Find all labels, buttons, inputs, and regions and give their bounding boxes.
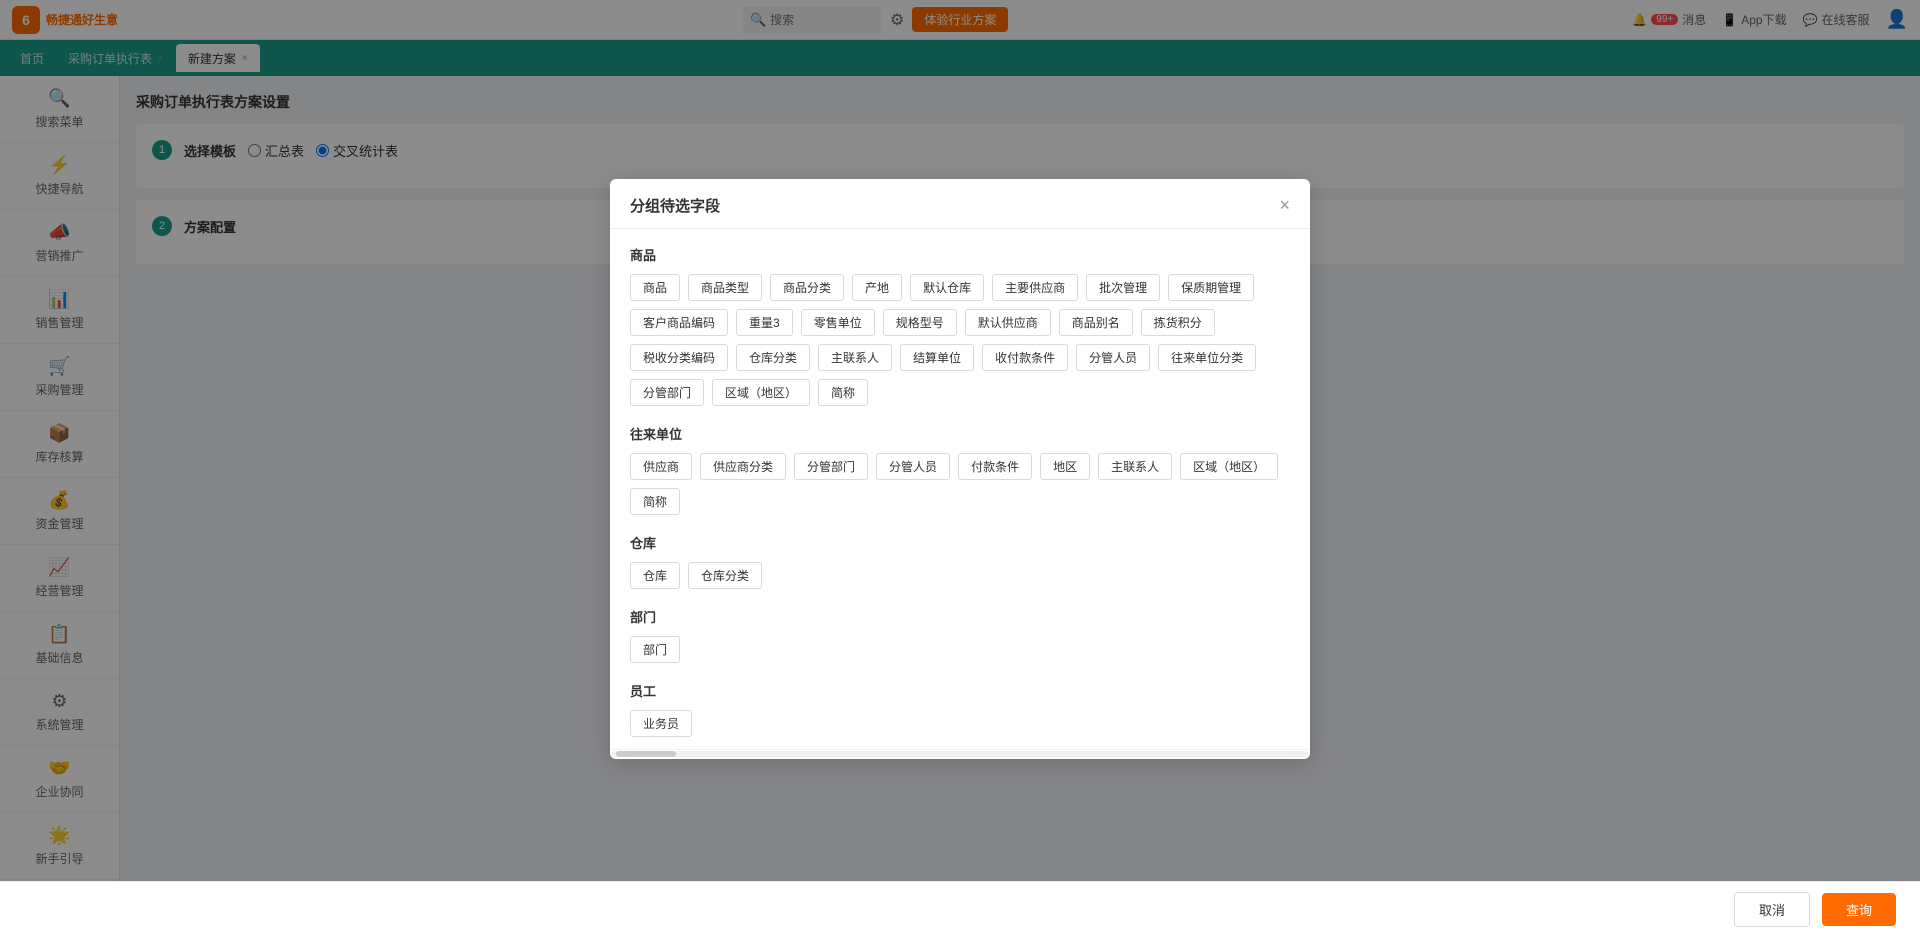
field-chip-简称[interactable]: 简称 — [818, 379, 868, 406]
field-chip-默认供应商[interactable]: 默认供应商 — [965, 309, 1051, 336]
field-chips-employee: 业务员 — [630, 710, 1290, 737]
modal-horizontal-scrollbar[interactable] — [610, 749, 1310, 759]
modal-title: 分组待选字段 — [630, 195, 720, 216]
field-chip-分管部门[interactable]: 分管部门 — [794, 453, 868, 480]
field-chip-简称[interactable]: 简称 — [630, 488, 680, 515]
field-chip-付款条件[interactable]: 付款条件 — [958, 453, 1032, 480]
bottom-action-bar: 取消 查询 — [0, 881, 1920, 937]
field-chip-批次管理[interactable]: 批次管理 — [1086, 274, 1160, 301]
modal-overlay: 分组待选字段 × 商品商品商品类型商品分类产地默认仓库主要供应商批次管理保质期管… — [0, 0, 1920, 937]
field-chip-客户商品编码[interactable]: 客户商品编码 — [630, 309, 728, 336]
field-group-counterparty: 往来单位供应商供应商分类分管部门分管人员付款条件地区主联系人区域（地区） 简称 — [630, 424, 1290, 515]
confirm-button[interactable]: 查询 — [1822, 893, 1896, 926]
field-group-title-department: 部门 — [630, 607, 1290, 626]
field-chip-往来单位分类[interactable]: 往来单位分类 — [1158, 344, 1256, 371]
field-chips-goods: 商品商品类型商品分类产地默认仓库主要供应商批次管理保质期管理客户商品编码重量3 零… — [630, 274, 1290, 406]
field-chip-默认仓库[interactable]: 默认仓库 — [910, 274, 984, 301]
field-chip-分管人员[interactable]: 分管人员 — [876, 453, 950, 480]
modal-close-button[interactable]: × — [1279, 196, 1290, 214]
field-chip-业务员[interactable]: 业务员 — [630, 710, 692, 737]
field-chip-税收分类编码[interactable]: 税收分类编码 — [630, 344, 728, 371]
field-chip-商品[interactable]: 商品 — [630, 274, 680, 301]
field-chip-商品类型[interactable]: 商品类型 — [688, 274, 762, 301]
field-chip-主联系人[interactable]: 主联系人 — [818, 344, 892, 371]
field-chip-重量3[interactable]: 重量3 — [736, 309, 793, 336]
field-chip-分管人员[interactable]: 分管人员 — [1076, 344, 1150, 371]
field-chips-warehouse: 仓库仓库分类 — [630, 562, 1290, 589]
field-group-title-counterparty: 往来单位 — [630, 424, 1290, 443]
field-chip-保质期管理[interactable]: 保质期管理 — [1168, 274, 1254, 301]
field-chip-收付款条件[interactable]: 收付款条件 — [982, 344, 1068, 371]
cancel-button[interactable]: 取消 — [1734, 892, 1810, 927]
field-chip-地区[interactable]: 地区 — [1040, 453, 1090, 480]
modal-header: 分组待选字段 × — [610, 179, 1310, 229]
field-select-modal: 分组待选字段 × 商品商品商品类型商品分类产地默认仓库主要供应商批次管理保质期管… — [610, 179, 1310, 759]
field-group-warehouse: 仓库仓库仓库分类 — [630, 533, 1290, 589]
field-chip-规格型号[interactable]: 规格型号 — [883, 309, 957, 336]
field-chip-区域（地区）[interactable]: 区域（地区） — [712, 379, 810, 406]
field-chip-仓库分类[interactable]: 仓库分类 — [736, 344, 810, 371]
hscroll-track — [612, 751, 1308, 757]
field-group-title-warehouse: 仓库 — [630, 533, 1290, 552]
field-chip-产地[interactable]: 产地 — [852, 274, 902, 301]
field-chip-零售单位[interactable]: 零售单位 — [801, 309, 875, 336]
field-group-goods: 商品商品商品类型商品分类产地默认仓库主要供应商批次管理保质期管理客户商品编码重量… — [630, 245, 1290, 406]
field-group-title-employee: 员工 — [630, 681, 1290, 700]
field-chip-供应商[interactable]: 供应商 — [630, 453, 692, 480]
field-chip-商品别名[interactable]: 商品别名 — [1059, 309, 1133, 336]
field-chip-供应商分类[interactable]: 供应商分类 — [700, 453, 786, 480]
field-chip-主联系人[interactable]: 主联系人 — [1098, 453, 1172, 480]
hscroll-thumb[interactable] — [616, 751, 676, 757]
field-chip-部门[interactable]: 部门 — [630, 636, 680, 663]
field-group-title-goods: 商品 — [630, 245, 1290, 264]
modal-body: 商品商品商品类型商品分类产地默认仓库主要供应商批次管理保质期管理客户商品编码重量… — [610, 229, 1310, 749]
field-chips-counterparty: 供应商供应商分类分管部门分管人员付款条件地区主联系人区域（地区） 简称 — [630, 453, 1290, 515]
field-chips-department: 部门 — [630, 636, 1290, 663]
field-chip-仓库[interactable]: 仓库 — [630, 562, 680, 589]
field-chip-区域（地区）[interactable]: 区域（地区） — [1180, 453, 1278, 480]
field-chip-分管部门[interactable]: 分管部门 — [630, 379, 704, 406]
field-chip-拣货积分[interactable]: 拣货积分 — [1141, 309, 1215, 336]
field-chip-结算单位[interactable]: 结算单位 — [900, 344, 974, 371]
field-group-department: 部门部门 — [630, 607, 1290, 663]
field-chip-商品分类[interactable]: 商品分类 — [770, 274, 844, 301]
field-group-employee: 员工业务员 — [630, 681, 1290, 737]
field-chip-仓库分类[interactable]: 仓库分类 — [688, 562, 762, 589]
field-chip-主要供应商[interactable]: 主要供应商 — [992, 274, 1078, 301]
